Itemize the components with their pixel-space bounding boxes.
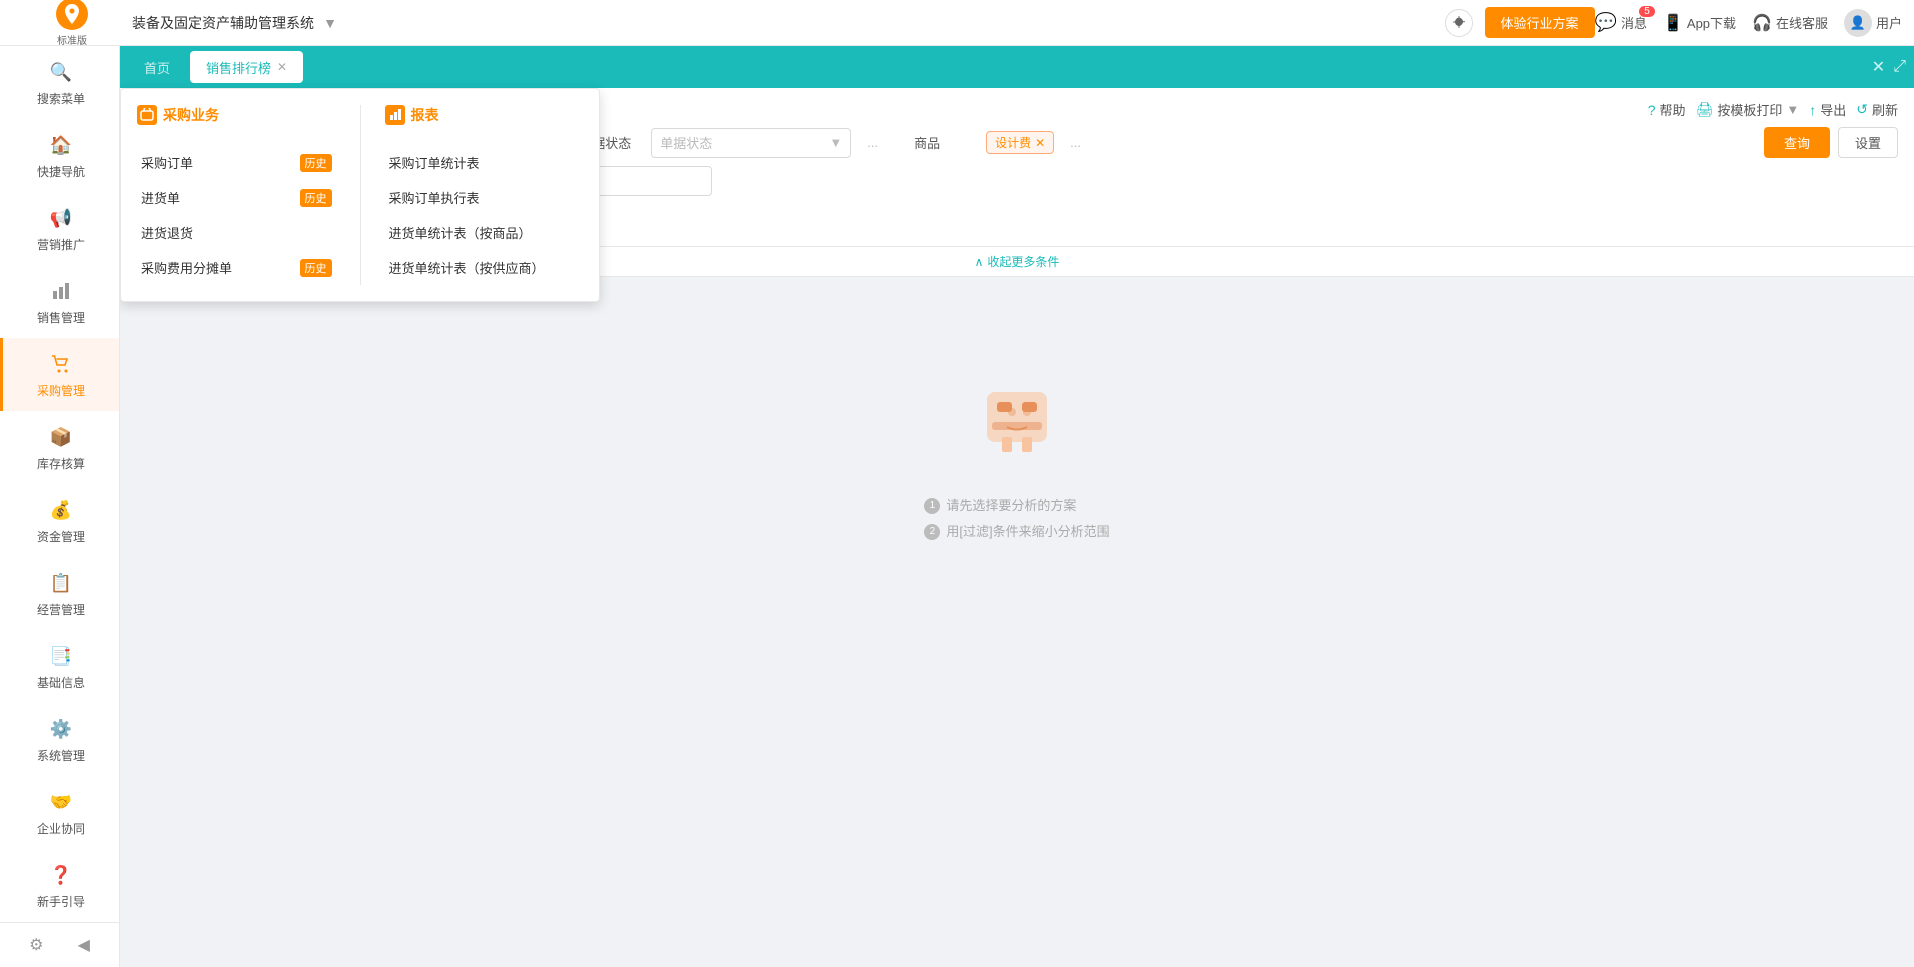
dropdown-item-po-execution[interactable]: 采购订单执行表	[385, 180, 584, 215]
sidebar-collapse-icon[interactable]: ◀	[78, 935, 90, 955]
dropdown-item-gr-stats-by-supplier[interactable]: 进货单统计表（按供应商）	[385, 250, 584, 285]
goods-label: 商品	[914, 133, 974, 152]
print-icon: 🖨	[1696, 101, 1714, 118]
empty-state: 1 请先选择要分析的方案 2 用[过滤]条件来缩小分析范围	[120, 277, 1914, 625]
tab-home[interactable]: 首页	[128, 51, 186, 83]
purchase-col-icon	[137, 105, 157, 125]
title-dropdown-arrow[interactable]: ▼	[322, 15, 338, 31]
tab-close-button[interactable]: ✕	[277, 60, 287, 74]
export-button[interactable]: ↑ 导出	[1809, 100, 1846, 119]
purchase-col: 采购业务 采购订单 历史 进货单 历史 进货退货 采购费用分摊单 历史	[137, 105, 336, 285]
main-layout: 🔍 搜索菜单 🏠 快捷导航 📢 营销推广 销售管理	[0, 46, 1914, 967]
inventory-icon: 📦	[47, 423, 75, 451]
doc-status-select[interactable]: 单据状态 ▼	[651, 128, 851, 158]
purchase-icon	[47, 350, 75, 378]
empty-state-illustration	[957, 357, 1077, 477]
sidebar-item-enterprise[interactable]: 🤝 企业协同	[0, 776, 119, 849]
logo-subtitle: 标准版	[57, 32, 87, 47]
tab-actions: ✕ ⤢	[1872, 57, 1906, 77]
sales-icon	[47, 277, 75, 305]
guide-icon: ❓	[47, 861, 75, 889]
dropdown-divider	[360, 105, 361, 285]
sidebar-item-guide[interactable]: ❓ 新手引导	[0, 849, 119, 922]
purchase-dropdown-menu: 采购业务 采购订单 历史 进货单 历史 进货退货 采购费用分摊单 历史	[120, 88, 600, 302]
home-icon: 🏠	[47, 131, 75, 159]
sidebar-item-system[interactable]: ⚙️ 系统管理	[0, 703, 119, 776]
online-service-button[interactable]: 🎧 在线客服	[1752, 13, 1828, 33]
header-right-actions: 💬 消息 5 📱 App下载 🎧 在线客服 👤 用户	[1595, 9, 1902, 37]
sidebar-item-operation[interactable]: 📋 经营管理	[0, 557, 119, 630]
industry-solution-button[interactable]: 体验行业方案	[1485, 7, 1595, 38]
tab-bar: 首页 销售排行榜 ✕ ✕ ⤢	[120, 46, 1914, 88]
finance-icon: 💰	[47, 496, 75, 524]
enterprise-icon: 🤝	[47, 788, 75, 816]
empty-tips: 1 请先选择要分析的方案 2 用[过滤]条件来缩小分析范围	[924, 493, 1109, 545]
tab-expand-icon[interactable]: ⤢	[1893, 58, 1906, 76]
tab-sales-ranking[interactable]: 销售排行榜 ✕	[190, 51, 303, 83]
dropdown-item-po-stats[interactable]: 采购订单统计表	[385, 145, 584, 180]
help-button[interactable]: ? 帮助	[1648, 100, 1686, 119]
help-icon: ?	[1648, 102, 1656, 118]
report-col-title: 报表	[385, 105, 584, 133]
content-area: 首页 销售排行榜 ✕ ✕ ⤢ ? 帮助	[120, 46, 1914, 967]
logo-icon	[56, 0, 88, 30]
export-icon: ↑	[1809, 102, 1816, 118]
refresh-icon: ↺	[1856, 101, 1868, 118]
sidebar-item-quick-nav[interactable]: 🏠 快捷导航	[0, 119, 119, 192]
sidebar-settings-icon[interactable]: ⚙	[29, 935, 43, 955]
sidebar-item-marketing[interactable]: 📢 营销推广	[0, 192, 119, 265]
sidebar-item-inventory[interactable]: 📦 库存核算	[0, 411, 119, 484]
purchase-col-title: 采购业务	[137, 105, 336, 133]
system-title-text: 装备及固定资产辅助管理系统	[132, 13, 314, 33]
user-menu-button[interactable]: 👤 用户	[1844, 9, 1902, 37]
top-header: 标准版 装备及固定资产辅助管理系统 ▼ 体验行业方案 💬 消息 5 📱 App下…	[0, 0, 1914, 46]
messages-button[interactable]: 💬 消息 5	[1595, 12, 1647, 33]
tab-close-all-icon[interactable]: ✕	[1872, 57, 1885, 77]
header-settings-icon[interactable]	[1445, 9, 1473, 37]
sidebar: 🔍 搜索菜单 🏠 快捷导航 📢 营销推广 销售管理	[0, 46, 120, 967]
report-col: 报表 采购订单统计表 采购订单执行表 进货单统计表（按商品） 进货单统计表（按供…	[385, 105, 584, 285]
print-button[interactable]: 🖨 按模板打印 ▼	[1696, 100, 1800, 119]
print-dropdown-arrow[interactable]: ▼	[1786, 102, 1799, 117]
dropdown-item-goods-return[interactable]: 进货退货	[137, 215, 336, 250]
sidebar-item-finance[interactable]: 💰 资金管理	[0, 484, 119, 557]
marketing-icon: 📢	[47, 204, 75, 232]
user-avatar: 👤	[1844, 9, 1872, 37]
logo-area: 标准版	[12, 0, 132, 47]
app-download-button[interactable]: 📱 App下载	[1663, 13, 1736, 33]
goods-tag: 设计费 ✕	[986, 131, 1054, 154]
search-nav-icon: 🔍	[47, 58, 75, 86]
goods-tag-close[interactable]: ✕	[1035, 136, 1045, 150]
toolbar-right: ? 帮助 🖨 按模板打印 ▼ ↑ 导出 ↺	[1648, 100, 1898, 119]
sidebar-item-search[interactable]: 🔍 搜索菜单	[0, 46, 119, 119]
chevron-up-icon: ∧	[975, 255, 984, 269]
dropdown-item-goods-receipt[interactable]: 进货单 历史	[137, 180, 336, 215]
operation-icon: 📋	[47, 569, 75, 597]
refresh-button[interactable]: ↺ 刷新	[1856, 100, 1898, 119]
system-icon: ⚙️	[47, 715, 75, 743]
sidebar-item-purchase[interactable]: 采购管理	[0, 338, 119, 411]
dropdown-item-purchase-expense[interactable]: 采购费用分摊单 历史	[137, 250, 336, 285]
report-col-icon	[385, 105, 405, 125]
doc-status-arrow: ▼	[829, 135, 842, 150]
empty-tip-2: 2 用[过滤]条件来缩小分析范围	[924, 519, 1109, 545]
query-button[interactable]: 查询	[1764, 127, 1830, 158]
sidebar-item-sales[interactable]: 销售管理	[0, 265, 119, 338]
system-title-area: 装备及固定资产辅助管理系统 ▼	[132, 13, 1433, 33]
sidebar-item-basic[interactable]: 📑 基础信息	[0, 630, 119, 703]
collapse-label: 收起更多条件	[987, 253, 1059, 270]
settings-button[interactable]: 设置	[1838, 127, 1898, 158]
dropdown-item-gr-stats-by-goods[interactable]: 进货单统计表（按商品）	[385, 215, 584, 250]
dropdown-item-purchase-order[interactable]: 采购订单 历史	[137, 145, 336, 180]
empty-tip-1: 1 请先选择要分析的方案	[924, 493, 1109, 519]
sidebar-bottom-actions: ⚙ ◀	[0, 922, 119, 967]
basic-icon: 📑	[47, 642, 75, 670]
